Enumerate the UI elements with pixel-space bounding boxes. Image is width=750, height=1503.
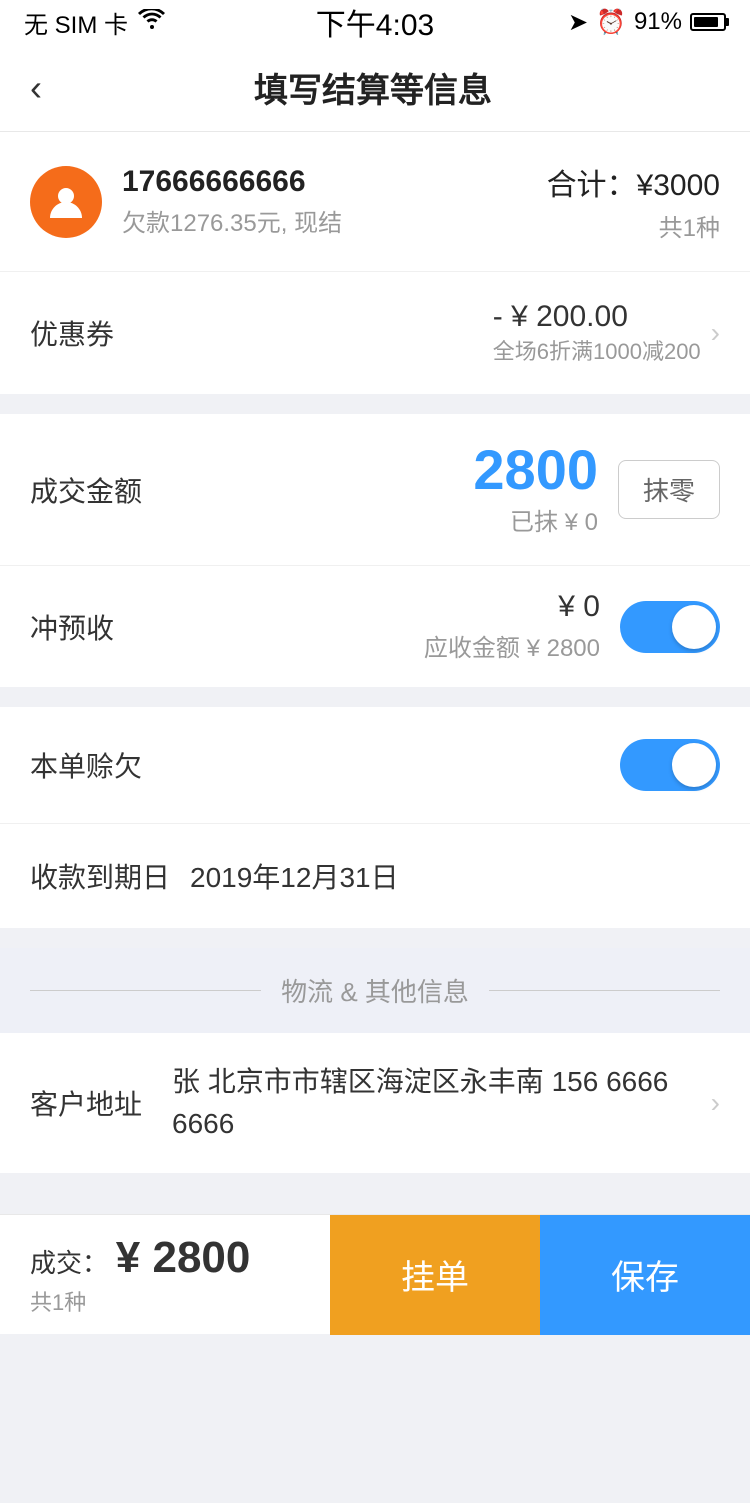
customer-card: 17666666666 欠款1276.35元, 现结 合计：¥3000 共1种 … — [0, 132, 750, 394]
total-amount: 合计：¥3000 — [547, 160, 720, 204]
logistics-title: 物流 & 其他信息 — [261, 972, 489, 1009]
debt-toggle[interactable] — [620, 739, 720, 791]
prepay-label: 冲预收 — [30, 607, 114, 647]
coupon-discount: - ¥ 200.00 — [493, 300, 701, 334]
debt-label: 本单赊欠 — [30, 745, 142, 785]
due-date-row: 收款到期日 2019年12月31日 — [0, 824, 750, 928]
bottom-deal-label: 成交： — [30, 1248, 108, 1278]
hang-order-button[interactable]: 挂单 — [330, 1215, 540, 1335]
logistics-header: 物流 & 其他信息 — [0, 948, 750, 1033]
deal-amount-label: 成交金额 — [30, 470, 142, 510]
bottom-bar: 成交： ¥ 2800 共1种 挂单 保存 — [0, 1214, 750, 1334]
total-count: 共1种 — [547, 208, 720, 243]
battery-icon — [690, 13, 726, 31]
customer-row: 17666666666 欠款1276.35元, 现结 合计：¥3000 共1种 — [0, 132, 750, 271]
prepay-toggle[interactable] — [620, 601, 720, 653]
prepay-receivable: 应收金额 ¥ 2800 — [424, 628, 600, 663]
chevron-right-icon: › — [711, 317, 720, 349]
erase-button[interactable]: 抹零 — [618, 460, 720, 519]
separator — [0, 928, 750, 948]
coupon-row[interactable]: 优惠券 - ¥ 200.00 全场6折满1000减200 › — [0, 271, 750, 394]
erased-text: 已抹 ¥ 0 — [473, 502, 598, 537]
coupon-label: 优惠券 — [30, 313, 114, 353]
coupon-detail: 全场6折满1000减200 — [493, 334, 701, 366]
due-date-label: 收款到期日 — [30, 856, 170, 896]
prepay-row: 冲预收 ¥ 0 应收金额 ¥ 2800 — [0, 566, 750, 687]
battery-percent: 91% — [634, 8, 682, 36]
address-label: 客户地址 — [30, 1083, 142, 1123]
customer-phone: 17666666666 — [122, 165, 342, 199]
debt-row: 本单赊欠 — [0, 707, 750, 824]
carrier-text: 无 SIM 卡 — [24, 5, 128, 40]
logistics-line-left — [30, 990, 261, 991]
deal-amount-row: 成交金额 2800 已抹 ¥ 0 抹零 — [0, 414, 750, 566]
alarm-icon: ⏰ — [596, 8, 626, 37]
back-button[interactable]: ‹ — [30, 67, 42, 109]
due-date-value: 2019年12月31日 — [190, 856, 399, 896]
debt-section: 本单赊欠 收款到期日 2019年12月31日 — [0, 707, 750, 928]
chevron-right-icon-address: › — [711, 1087, 720, 1119]
address-value: 张 北京市市辖区海淀区永丰南 156 6666 6666 — [172, 1061, 711, 1145]
page-title: 填写结算等信息 — [62, 63, 684, 112]
bottom-summary: 成交： ¥ 2800 共1种 — [0, 1233, 330, 1317]
logistics-line-right — [489, 990, 720, 991]
location-icon: ➤ — [568, 8, 588, 37]
wifi-icon — [138, 8, 166, 36]
nav-bar: ‹ 填写结算等信息 — [0, 44, 750, 132]
customer-debt: 欠款1276.35元, 现结 — [122, 203, 342, 238]
deal-amount-section: 成交金额 2800 已抹 ¥ 0 抹零 冲预收 ¥ 0 应收金额 ¥ 2800 — [0, 414, 750, 687]
address-row[interactable]: 客户地址 张 北京市市辖区海淀区永丰南 156 6666 6666 › — [0, 1033, 750, 1173]
prepay-amount: ¥ 0 — [424, 590, 600, 624]
deal-amount-value: 2800 — [473, 442, 598, 498]
bottom-count: 共1种 — [30, 1285, 300, 1317]
avatar — [30, 166, 102, 238]
status-bar: 无 SIM 卡 下午4:03 ➤ ⏰ 91% — [0, 0, 750, 44]
save-button[interactable]: 保存 — [540, 1215, 750, 1335]
status-time: 下午4:03 — [316, 0, 434, 44]
bottom-deal-amount: ¥ 2800 — [116, 1233, 251, 1282]
